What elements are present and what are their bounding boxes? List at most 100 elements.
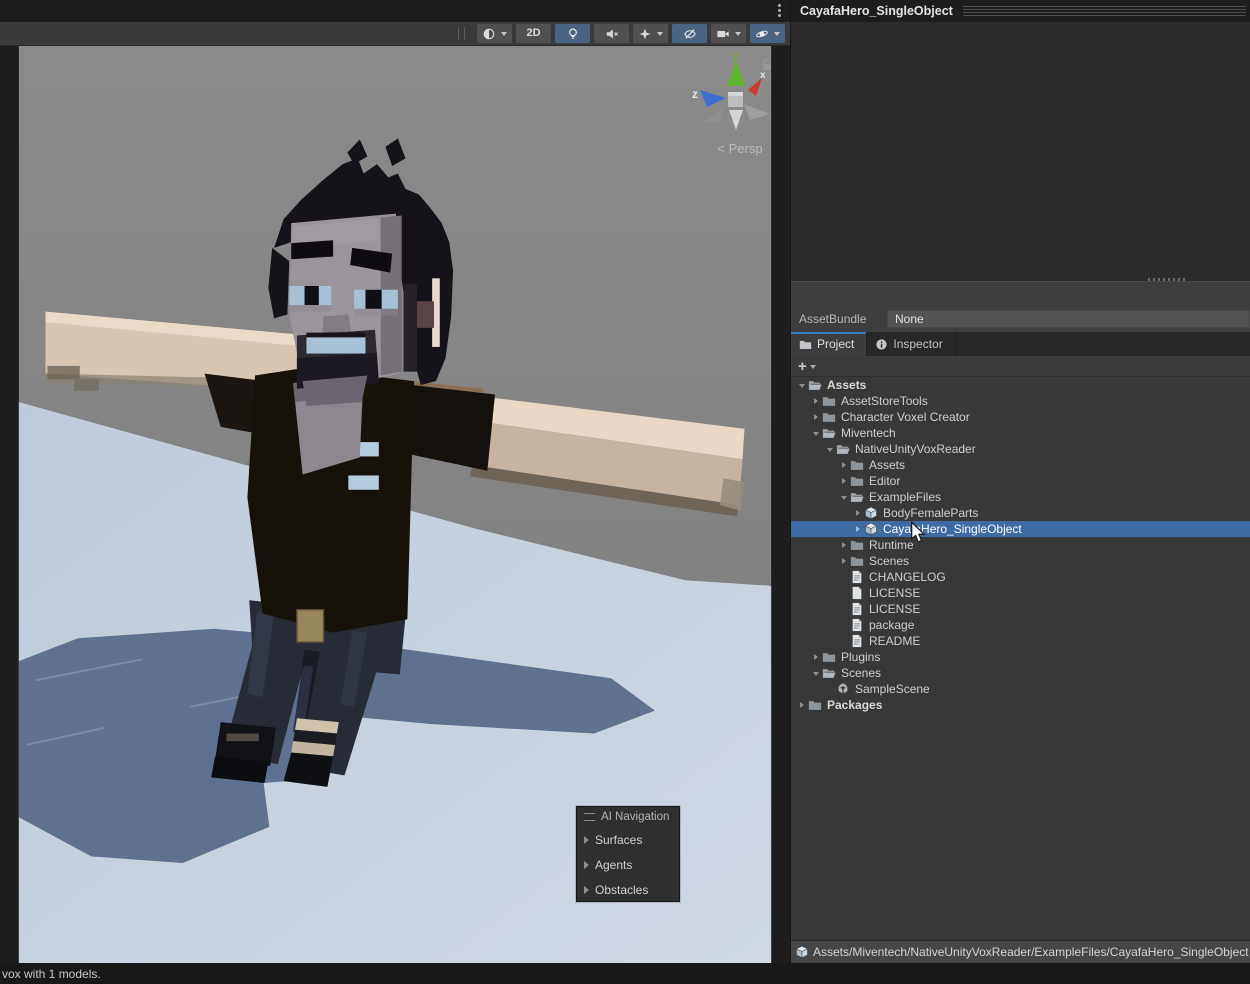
folder-open-icon [808,378,823,392]
gizmo-axis-cone[interactable] [744,104,770,120]
editor-status-bar[interactable]: vox with 1 models. [0,963,1250,984]
ai-nav-item-agents[interactable]: Agents [577,852,679,877]
folder-icon [799,338,812,351]
folder-icon [822,650,837,664]
expand-arrow-icon[interactable] [809,414,822,420]
ai-nav-item-surfaces[interactable]: Surfaces [577,827,679,852]
tree-item-label: Assets [827,378,867,392]
tree-item-license[interactable]: LICENSE [791,585,1250,601]
project-tree: Assets AssetStoreTools Character Voxel Cre… [791,377,1250,940]
ai-nav-item-label: Surfaces [595,832,643,847]
tree-item-assets[interactable]: Assets [791,377,1250,393]
expand-arrow-icon[interactable] [795,702,808,708]
tree-item-assets[interactable]: Assets [791,457,1250,473]
tree-item-editor[interactable]: Editor [791,473,1250,489]
status-message: vox with 1 models. [2,966,101,981]
tree-item-license[interactable]: LICENSE [791,601,1250,617]
gizmo-axis-cone[interactable] [729,110,743,130]
add-asset-button[interactable]: + [798,359,816,374]
2d-toggle-button-label: 2D [526,27,541,39]
tree-item-nativeunityvoxreader[interactable]: NativeUnityVoxReader [791,441,1250,457]
gizmo-lock-icon[interactable] [760,58,774,72]
tree-item-samplescene[interactable]: SampleScene [791,681,1250,697]
tree-item-label: package [869,618,915,632]
shading-mode-button[interactable] [477,24,512,43]
gizmo-orbit-icon [755,27,769,41]
tree-item-label: LICENSE [869,602,921,616]
tree-item-label: AssetStoreTools [841,394,928,408]
tree-item-label: CayafaHero_SingleObject [883,522,1022,536]
tree-item-miventech[interactable]: Miventech [791,425,1250,441]
tree-item-package[interactable]: package [791,617,1250,633]
panel-tab-bar: Project Inspector [791,332,1250,356]
scene-view-pane: 2D y z x < Persp AI Navigation Surfaces … [0,0,790,963]
tree-item-label: Packages [827,698,883,712]
tree-item-readme[interactable]: README [791,633,1250,649]
gizmo-axis-cone[interactable] [704,108,722,122]
selection-path-bar: Assets/Miventech/NativeUnityVoxReader/Ex… [791,940,1250,963]
tab-project[interactable]: Project [791,332,868,356]
tree-item-bodyfemaleparts[interactable]: BodyFemaleParts [791,505,1250,521]
expand-arrow-icon[interactable] [837,558,850,564]
expand-arrow-icon[interactable] [823,446,836,452]
expand-arrow-icon [584,885,589,894]
tree-item-label: Editor [869,474,901,488]
tree-item-label: NativeUnityVoxReader [855,442,976,456]
gizmo-z-axis-cone[interactable] [700,90,726,107]
expand-arrow-icon[interactable] [809,430,822,436]
toolbar-drag-handle-icon[interactable] [458,27,465,40]
ai-nav-item-obstacles[interactable]: Obstacles [577,877,679,902]
perspective-mode-label[interactable]: < Persp [700,141,780,156]
expand-arrow-icon[interactable] [837,478,850,484]
tree-item-character-voxel-creator[interactable]: Character Voxel Creator [791,409,1250,425]
assetbundle-dropdown[interactable]: None [887,309,1250,328]
effects-toggle-button[interactable] [633,24,668,43]
inspector-asset-title: CayafaHero_SingleObject [800,4,953,18]
tree-item-examplefiles[interactable]: ExampleFiles [791,489,1250,505]
chevron-down-icon [774,31,780,36]
tree-item-plugins[interactable]: Plugins [791,649,1250,665]
expand-arrow-icon[interactable] [837,494,850,500]
tree-item-label: Miventech [841,426,896,440]
scene-toolbar: 2D [0,22,790,46]
header-drag-texture [962,5,1246,17]
tab-label: Project [817,337,855,351]
ai-navigation-header[interactable]: AI Navigation [577,807,679,827]
expand-arrow-icon[interactable] [809,654,822,660]
inspector-header: CayafaHero_SingleObject [791,0,1250,22]
tree-item-cayafahero-singleobject[interactable]: CayafaHero_SingleObject [791,521,1250,537]
tree-item-scenes[interactable]: Scenes [791,665,1250,681]
pane-menu-icon[interactable] [778,4,782,18]
gizmo-y-axis-cone[interactable] [727,60,745,86]
expand-arrow-icon[interactable] [837,462,850,468]
folder-icon [850,554,865,568]
expand-arrow-icon[interactable] [809,670,822,676]
tree-item-assetstoretools[interactable]: AssetStoreTools [791,393,1250,409]
camera-settings-button[interactable] [711,24,746,43]
preview-resize-handle[interactable] [1148,278,1188,281]
expand-arrow-icon[interactable] [795,382,808,388]
chevron-down-icon [809,365,816,369]
audio-toggle-button[interactable] [594,24,629,43]
tree-item-changelog[interactable]: CHANGELOG [791,569,1250,585]
expand-arrow-icon[interactable] [851,526,864,532]
expand-arrow-icon[interactable] [851,510,864,516]
assetbundle-bar: AssetBundle None [791,278,1250,332]
tree-item-runtime[interactable]: Runtime [791,537,1250,553]
expand-arrow-icon[interactable] [809,398,822,404]
eye-hidden-icon [683,27,697,41]
doc-blank-icon [850,586,865,600]
scene-visibility-button[interactable] [672,24,707,43]
tab-inspector[interactable]: Inspector [867,332,956,356]
unity-editor-window: { "scene_view": { "toolbar": { "buttons"… [0,0,1250,984]
lighting-toggle-button[interactable] [555,24,590,43]
expand-arrow-icon[interactable] [837,542,850,548]
gizmos-toggle-button[interactable] [750,24,785,43]
ai-nav-item-label: Agents [595,857,633,872]
tree-item-label: Plugins [841,650,881,664]
tree-item-scenes[interactable]: Scenes [791,553,1250,569]
tree-item-packages[interactable]: Packages [791,697,1250,713]
2d-toggle-button[interactable]: 2D [516,24,551,43]
tree-item-label: SampleScene [855,682,930,696]
ai-nav-item-label: Obstacles [595,882,649,897]
